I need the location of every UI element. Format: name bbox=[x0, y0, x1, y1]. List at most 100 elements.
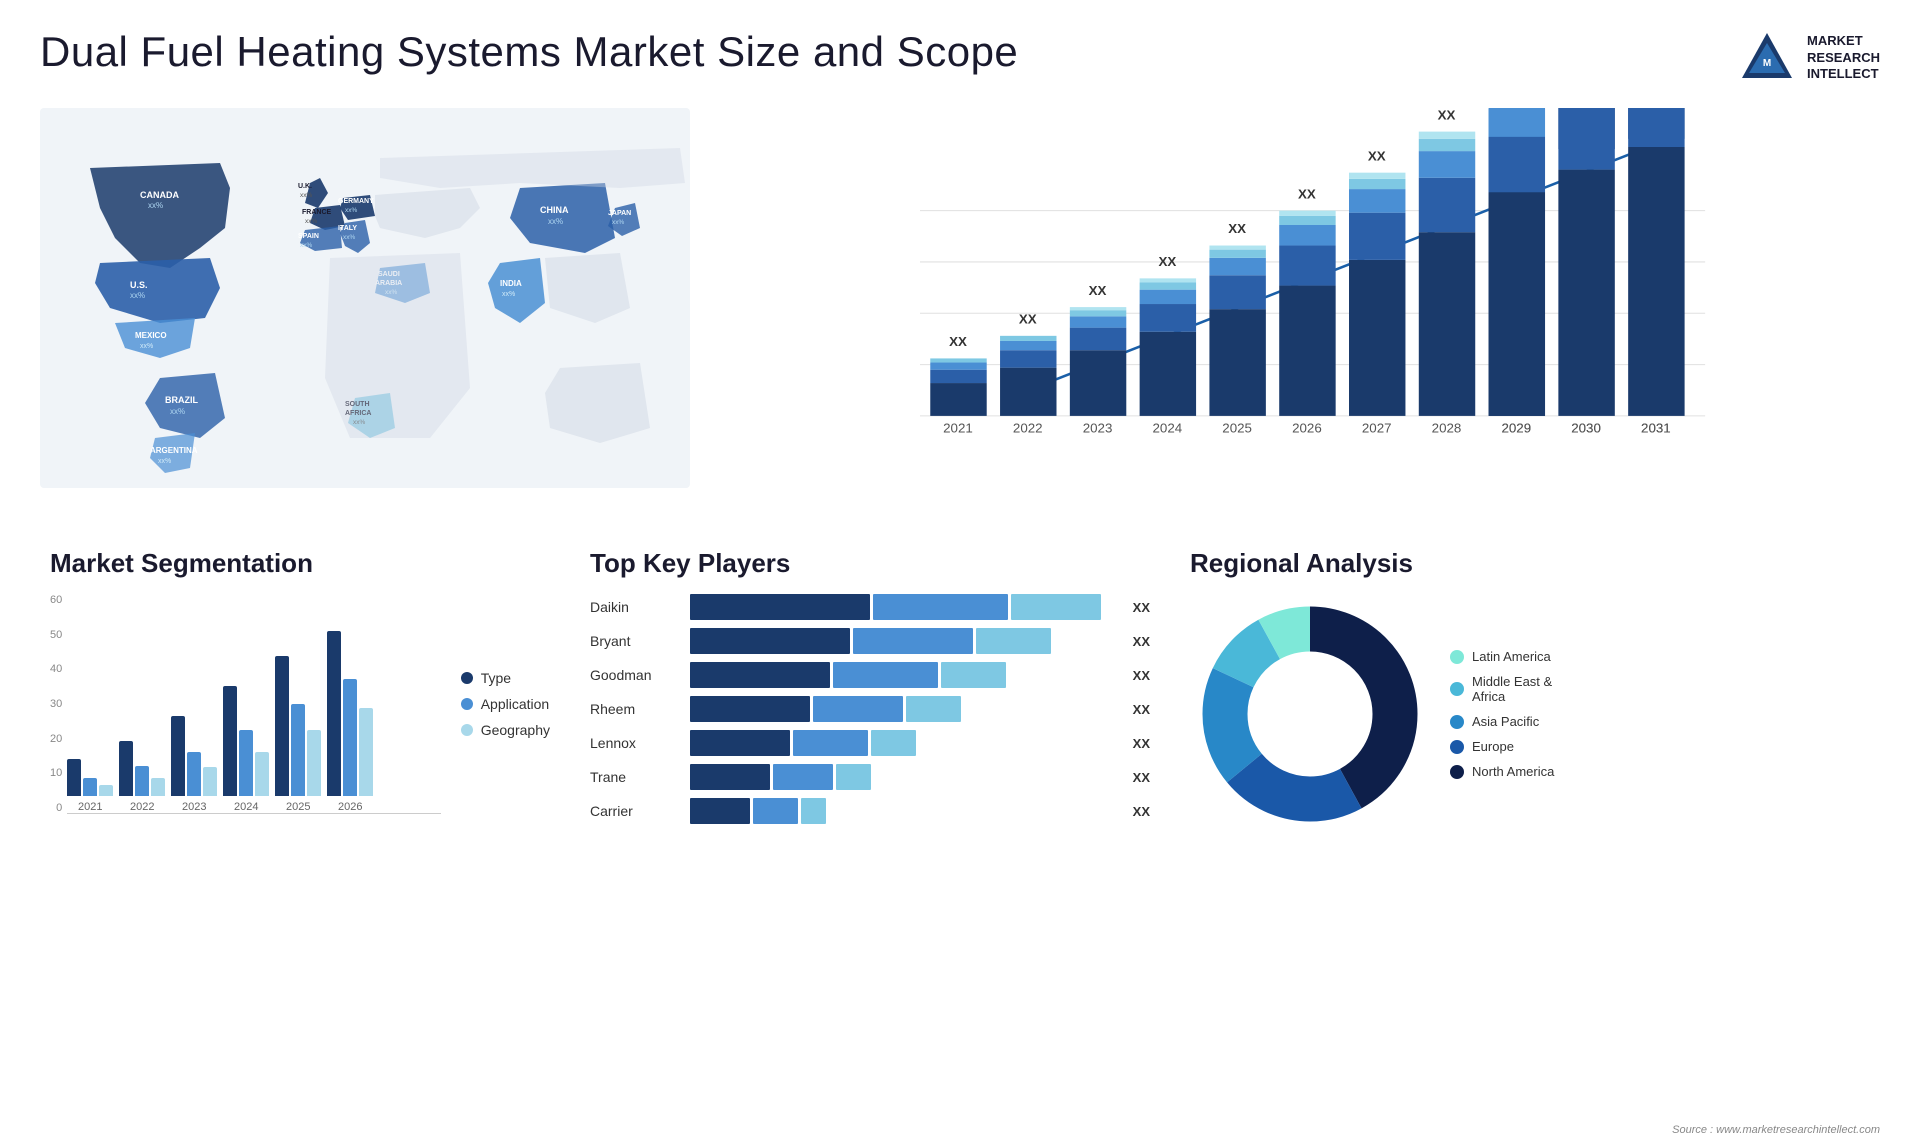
svg-text:XX: XX bbox=[1019, 312, 1037, 327]
svg-text:FRANCE: FRANCE bbox=[302, 209, 331, 216]
player-name-lennox: Lennox bbox=[590, 735, 680, 751]
svg-text:XX: XX bbox=[1089, 283, 1107, 298]
player-xx-lennox: XX bbox=[1133, 736, 1150, 751]
bar-chart-svg: XX 2021 XX 2022 XX 2023 bbox=[760, 108, 1860, 498]
logo: M MARKETRESEARCHINTELLECT bbox=[1737, 28, 1880, 88]
player-bars-trane bbox=[690, 764, 1118, 790]
reg-color-north-america bbox=[1450, 765, 1464, 779]
svg-text:2022: 2022 bbox=[1013, 420, 1043, 435]
player-bryant: Bryant XX bbox=[590, 628, 1150, 654]
player-xx-bryant: XX bbox=[1133, 634, 1150, 649]
players-list: Daikin XX Bryant XX bbox=[590, 594, 1150, 824]
reg-legend-north-america: North America bbox=[1450, 764, 1554, 779]
svg-text:2028: 2028 bbox=[1432, 420, 1462, 435]
legend-dot-type bbox=[461, 672, 473, 684]
svg-text:2030: 2030 bbox=[1571, 420, 1601, 435]
seg-bars: 2021 2022 bbox=[67, 594, 440, 813]
player-name-rheem: Rheem bbox=[590, 701, 680, 717]
svg-text:2029: 2029 bbox=[1501, 420, 1531, 435]
reg-label-asia-pacific: Asia Pacific bbox=[1472, 714, 1539, 729]
player-name-daikin: Daikin bbox=[590, 599, 680, 615]
player-bars-goodman bbox=[690, 662, 1118, 688]
legend-type-label: Type bbox=[481, 670, 511, 686]
svg-text:xx%: xx% bbox=[170, 407, 185, 416]
bottom-sections: Market Segmentation 60 50 40 30 20 10 0 bbox=[40, 528, 1880, 844]
svg-text:xx%: xx% bbox=[343, 234, 356, 241]
svg-text:XX: XX bbox=[1368, 148, 1386, 163]
reg-label-north-america: North America bbox=[1472, 764, 1554, 779]
players-title: Top Key Players bbox=[590, 548, 1150, 579]
seg-year-2025: 2025 bbox=[275, 656, 321, 813]
svg-text:GERMANY: GERMANY bbox=[338, 198, 374, 205]
svg-text:U.K.: U.K. bbox=[298, 183, 312, 190]
svg-text:xx%: xx% bbox=[502, 291, 515, 298]
svg-text:2024: 2024 bbox=[1153, 420, 1183, 435]
reg-color-asia-pacific bbox=[1450, 715, 1464, 729]
legend-dot-geography bbox=[461, 724, 473, 736]
player-xx-daikin: XX bbox=[1133, 600, 1150, 615]
page-title: Dual Fuel Heating Systems Market Size an… bbox=[40, 28, 1018, 76]
reg-color-middle-east bbox=[1450, 682, 1464, 696]
reg-label-europe: Europe bbox=[1472, 739, 1514, 754]
svg-text:XX: XX bbox=[1298, 186, 1316, 201]
regional-legend: Latin America Middle East &Africa Asia P… bbox=[1450, 649, 1554, 779]
player-xx-trane: XX bbox=[1133, 770, 1150, 785]
svg-text:XX: XX bbox=[1438, 108, 1456, 122]
regional-section: Regional Analysis bbox=[1180, 548, 1880, 834]
legend-type: Type bbox=[461, 670, 550, 686]
donut-chart bbox=[1190, 594, 1430, 834]
segmentation-chart: 60 50 40 30 20 10 0 bbox=[50, 594, 550, 814]
legend-application-label: Application bbox=[481, 696, 550, 712]
svg-text:2025: 2025 bbox=[1222, 420, 1252, 435]
legend-application: Application bbox=[461, 696, 550, 712]
svg-text:xx%: xx% bbox=[300, 242, 313, 249]
regional-title: Regional Analysis bbox=[1190, 548, 1870, 579]
svg-text:XX: XX bbox=[949, 334, 967, 349]
seg-y-axis: 60 50 40 30 20 10 0 bbox=[50, 594, 67, 814]
svg-text:ARGENTINA: ARGENTINA bbox=[150, 446, 198, 455]
svg-text:2021: 2021 bbox=[943, 420, 973, 435]
seg-year-2023: 2023 bbox=[171, 716, 217, 813]
svg-text:XX: XX bbox=[1228, 221, 1246, 236]
svg-text:CHINA: CHINA bbox=[540, 205, 569, 215]
svg-text:JAPAN: JAPAN bbox=[608, 210, 631, 217]
logo-icon: M bbox=[1737, 28, 1797, 88]
svg-text:BRAZIL: BRAZIL bbox=[165, 395, 198, 405]
growth-chart-section: XX 2021 XX 2022 XX 2023 bbox=[720, 98, 1880, 528]
player-daikin: Daikin XX bbox=[590, 594, 1150, 620]
reg-legend-middle-east: Middle East &Africa bbox=[1450, 674, 1554, 704]
reg-label-latin-america: Latin America bbox=[1472, 649, 1551, 664]
svg-text:SPAIN: SPAIN bbox=[298, 233, 319, 240]
seg-year-2024: 2024 bbox=[223, 686, 269, 813]
svg-text:2031: 2031 bbox=[1641, 420, 1671, 435]
player-xx-rheem: XX bbox=[1133, 702, 1150, 717]
growth-chart: XX 2021 XX 2022 XX 2023 bbox=[760, 108, 1860, 498]
player-carrier: Carrier XX bbox=[590, 798, 1150, 824]
world-map-section: CANADA xx% U.S. xx% MEXICO xx% BRAZIL xx… bbox=[40, 98, 720, 528]
svg-text:2027: 2027 bbox=[1362, 420, 1392, 435]
svg-text:XX: XX bbox=[1158, 254, 1176, 269]
reg-legend-latin-america: Latin America bbox=[1450, 649, 1554, 664]
seg-year-2022: 2022 bbox=[119, 741, 165, 813]
segmentation-legend: Type Application Geography bbox=[441, 594, 550, 814]
svg-text:M: M bbox=[1763, 58, 1771, 69]
player-lennox: Lennox XX bbox=[590, 730, 1150, 756]
player-trane: Trane XX bbox=[590, 764, 1150, 790]
reg-legend-europe: Europe bbox=[1450, 739, 1554, 754]
player-xx-carrier: XX bbox=[1133, 804, 1150, 819]
seg-year-2021: 2021 bbox=[67, 759, 113, 813]
svg-text:ITALY: ITALY bbox=[338, 225, 357, 232]
svg-text:INDIA: INDIA bbox=[500, 279, 522, 288]
svg-text:XX: XX bbox=[1647, 108, 1665, 111]
donut-container: Latin America Middle East &Africa Asia P… bbox=[1190, 594, 1870, 834]
player-bars-lennox bbox=[690, 730, 1118, 756]
svg-text:2023: 2023 bbox=[1083, 420, 1113, 435]
legend-geography-label: Geography bbox=[481, 722, 550, 738]
world-map: CANADA xx% U.S. xx% MEXICO xx% BRAZIL xx… bbox=[40, 108, 690, 508]
svg-text:CANADA: CANADA bbox=[140, 190, 179, 200]
player-bars-carrier bbox=[690, 798, 1118, 824]
player-name-bryant: Bryant bbox=[590, 633, 680, 649]
player-bars-bryant bbox=[690, 628, 1118, 654]
segmentation-title: Market Segmentation bbox=[50, 548, 550, 579]
player-name-trane: Trane bbox=[590, 769, 680, 785]
